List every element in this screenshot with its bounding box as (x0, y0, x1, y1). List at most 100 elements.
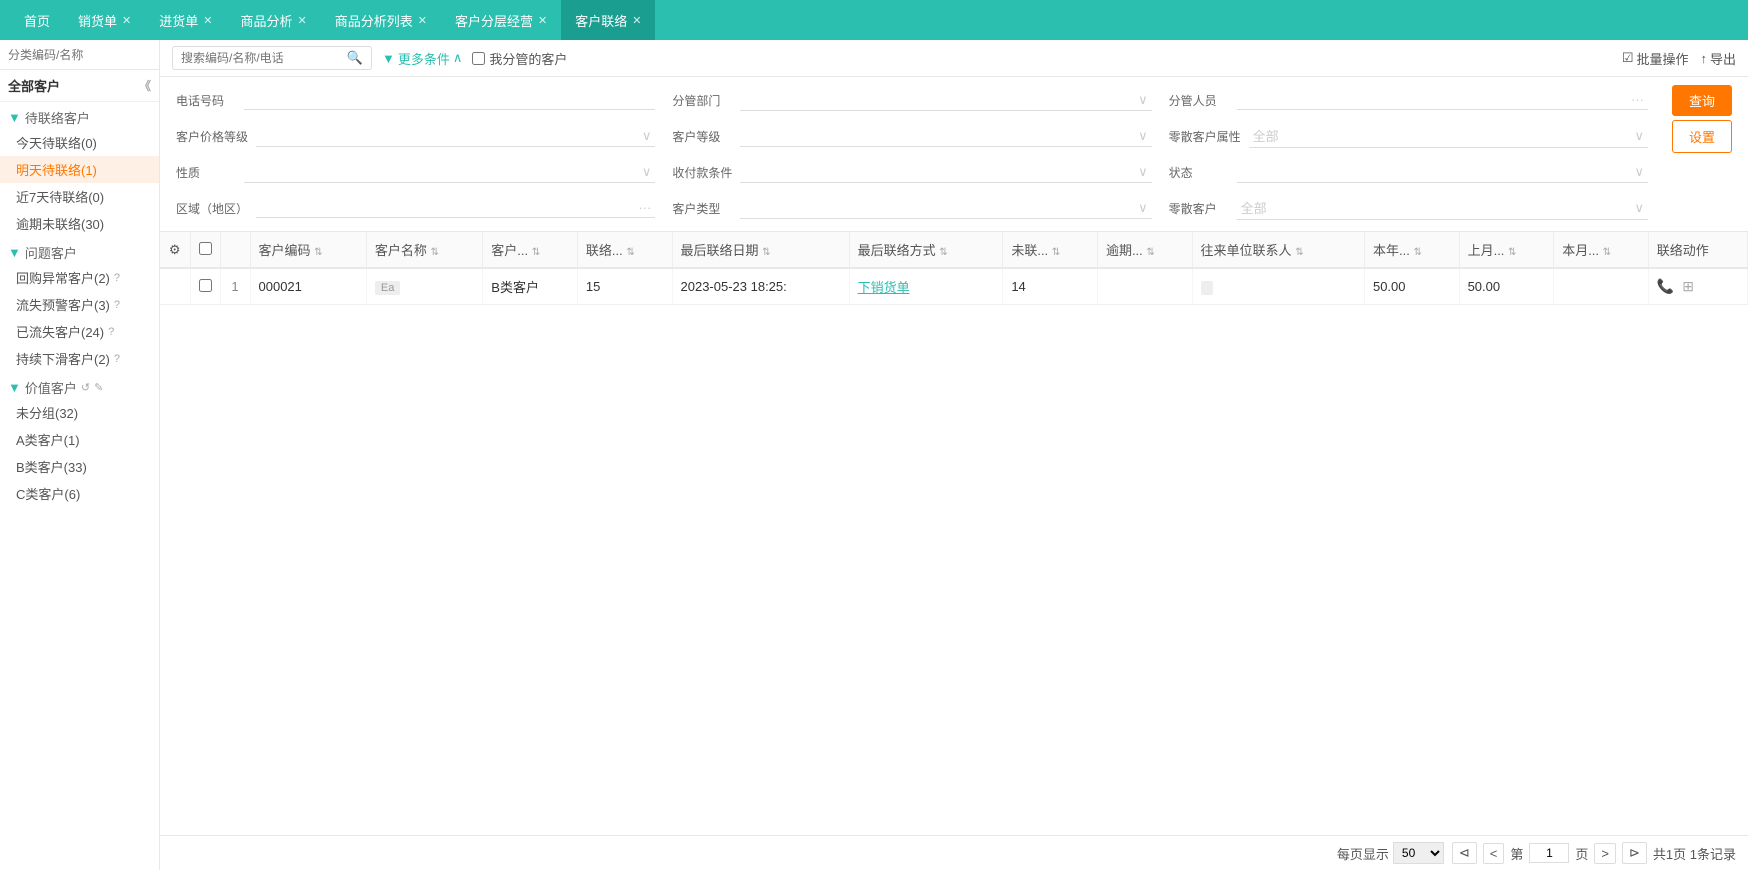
close-sales-order-icon[interactable]: ✕ (122, 14, 131, 27)
close-product-analysis-list-icon[interactable]: ✕ (418, 14, 427, 27)
table-col-last-contact-method[interactable]: 最后联络方式 ⇅ (849, 232, 1003, 268)
row-overdue (1097, 268, 1192, 305)
nav-product-analysis-list[interactable]: 商品分析列表 ✕ (321, 0, 441, 40)
more-filter-chevron-icon: ∧ (453, 50, 463, 66)
grid-action-icon[interactable]: ⊞ (1682, 278, 1694, 295)
table-col-contact-count[interactable]: 联络... ⇅ (577, 232, 672, 268)
value-edit-icon[interactable]: ✎ (94, 381, 103, 394)
close-product-analysis-icon[interactable]: ✕ (298, 14, 307, 27)
last-contact-method-link[interactable]: 下销货单 (858, 280, 910, 295)
sidebar-item-repurchase-abnormal[interactable]: 回购异常客户(2) ? (0, 264, 159, 291)
batch-op-btn[interactable]: ☑ 批量操作 (1622, 49, 1689, 68)
nav-home[interactable]: 首页 (10, 0, 64, 40)
row-select-checkbox[interactable] (199, 279, 212, 292)
my-manage-checkbox[interactable] (472, 52, 485, 65)
next-page-btn[interactable]: > (1594, 843, 1616, 864)
dept-select[interactable]: ∨ (740, 90, 1151, 111)
more-filter-btn[interactable]: ▼ 更多条件 ∧ (382, 49, 462, 68)
sidebar-item-ungrouped[interactable]: 未分组(32) (0, 399, 159, 426)
sidebar-section-pending: ▼ 待联络客户 (0, 102, 159, 129)
table-col-not-contacted[interactable]: 未联... ⇅ (1003, 232, 1098, 268)
export-btn[interactable]: ↑ 导出 (1700, 49, 1736, 68)
phone-action-icon[interactable]: 📞 (1657, 278, 1674, 295)
table-col-this-month[interactable]: 本月... ⇅ (1554, 232, 1649, 268)
table-col-customer-code[interactable]: 客户编码 ⇅ (250, 232, 366, 268)
table-col-last-month[interactable]: 上月... ⇅ (1459, 232, 1554, 268)
customer-level-select[interactable]: ∨ (740, 126, 1151, 147)
sidebar-section-value-label: 价值客户 (25, 378, 77, 397)
sidebar-item-class-b[interactable]: B类客户(33) (0, 453, 159, 480)
table-header-row: ⚙ 客户编码 ⇅ 客户名称 ⇅ 客户... ⇅ (160, 232, 1748, 268)
table-col-unit-contact[interactable]: 往来单位联系人 ⇅ (1192, 232, 1364, 268)
customer-type-select[interactable]: ∨ (740, 198, 1151, 219)
sidebar-section-value: ▼ 价值客户 ↺ ✎ (0, 372, 159, 399)
manager-dots-select[interactable]: ··· (1237, 90, 1648, 110)
region-dots-select[interactable]: ··· (256, 198, 655, 218)
nature-select[interactable]: ∨ (244, 162, 655, 183)
customer-level-label: 客户等级 (672, 128, 732, 145)
sidebar-item-7days[interactable]: 近7天待联络(0) (0, 183, 159, 210)
query-button[interactable]: 查询 (1672, 85, 1732, 116)
first-page-btn[interactable]: ⊲ (1452, 842, 1477, 864)
table-col-last-contact-date[interactable]: 最后联络日期 ⇅ (672, 232, 849, 268)
sidebar-item-class-c[interactable]: C类客户(6) (0, 480, 159, 507)
sidebar-section-problem-label: 问题客户 (25, 243, 77, 262)
row-last-contact-method[interactable]: 下销货单 (849, 268, 1003, 305)
status-label: 状态 (1169, 164, 1229, 181)
nav-sales-order[interactable]: 销货单 ✕ (64, 0, 145, 40)
payment-terms-select[interactable]: ∨ (740, 162, 1151, 183)
sort-icon-code: ⇅ (314, 247, 322, 258)
footer-nav: ⊲ < 第 页 > ⊳ 共1页 1条记录 (1452, 842, 1736, 864)
close-customer-contact-icon[interactable]: ✕ (632, 14, 641, 27)
nav-customer-stratification[interactable]: 客户分层经营 ✕ (441, 0, 561, 40)
my-manage-label: 我分管的客户 (489, 49, 567, 68)
scatter-attr-select[interactable]: 全部 ∨ (1249, 124, 1648, 148)
setting-button[interactable]: 设置 (1672, 120, 1732, 153)
row-customer-code[interactable]: 000021 (250, 268, 366, 305)
status-select[interactable]: ∨ (1237, 162, 1648, 183)
close-customer-stratification-icon[interactable]: ✕ (538, 14, 547, 27)
sidebar-item-churn-warning[interactable]: 流失预警客户(3) ? (0, 291, 159, 318)
phone-input[interactable] (244, 91, 655, 110)
row-checkbox[interactable] (190, 268, 220, 305)
region-label: 区域（地区） (176, 200, 248, 217)
filter-cell-dept: 分管部门 ∨ (672, 85, 1151, 115)
sidebar-all-customers[interactable]: 全部客户 《 (0, 70, 159, 102)
sidebar-item-tomorrow[interactable]: 明天待联络(1) (0, 156, 159, 183)
table-col-this-year[interactable]: 本年... ⇅ (1364, 232, 1459, 268)
table-col-customer-type[interactable]: 客户... ⇅ (483, 232, 578, 268)
action-icons-container: 📞 ⊞ (1657, 278, 1739, 295)
filter-cell-manager: 分管人员 ··· (1169, 85, 1648, 115)
main-search-box[interactable]: 🔍 (172, 46, 372, 70)
sidebar-item-declining[interactable]: 持续下滑客户(2) ? (0, 345, 159, 372)
table-col-checkbox[interactable] (190, 232, 220, 268)
price-level-select[interactable]: ∨ (256, 126, 655, 147)
my-manage-checkbox-label[interactable]: 我分管的客户 (472, 49, 567, 68)
per-page-select[interactable]: 50 100 200 (1393, 842, 1444, 864)
sidebar-search-box[interactable]: 🔍 (0, 40, 159, 70)
row-contact-action[interactable]: 📞 ⊞ (1648, 268, 1747, 305)
nav-product-analysis[interactable]: 商品分析 ✕ (226, 0, 320, 40)
scatter-customer-select[interactable]: 全部 ∨ (1237, 196, 1648, 220)
main-search-input[interactable] (181, 51, 347, 65)
close-purchase-order-icon[interactable]: ✕ (203, 14, 212, 27)
scatter-attr-chevron-icon: ∨ (1634, 128, 1644, 144)
sidebar-item-today[interactable]: 今天待联络(0) (0, 129, 159, 156)
table-col-overdue[interactable]: 逾期... ⇅ (1097, 232, 1192, 268)
table-col-contact-action[interactable]: 联络动作 (1648, 232, 1747, 268)
sort-icon-unit-contact: ⇅ (1295, 247, 1303, 258)
page-number-input[interactable] (1529, 843, 1569, 863)
table-col-customer-name[interactable]: 客户名称 ⇅ (366, 232, 482, 268)
nav-purchase-order[interactable]: 进货单 ✕ (145, 0, 226, 40)
select-all-checkbox[interactable] (199, 242, 212, 255)
sidebar-item-class-a[interactable]: A类客户(1) (0, 426, 159, 453)
value-refresh-icon[interactable]: ↺ (81, 381, 90, 394)
last-page-btn[interactable]: ⊳ (1622, 842, 1647, 864)
sidebar-item-overdue[interactable]: 逾期未联络(30) (0, 210, 159, 237)
sidebar-search-input[interactable] (8, 48, 160, 62)
table-col-gear[interactable]: ⚙ (160, 232, 190, 268)
main-search-icon[interactable]: 🔍 (347, 50, 363, 66)
prev-page-btn[interactable]: < (1483, 843, 1505, 864)
sidebar-item-churned[interactable]: 已流失客户(24) ? (0, 318, 159, 345)
nav-customer-contact[interactable]: 客户联络 ✕ (561, 0, 655, 40)
